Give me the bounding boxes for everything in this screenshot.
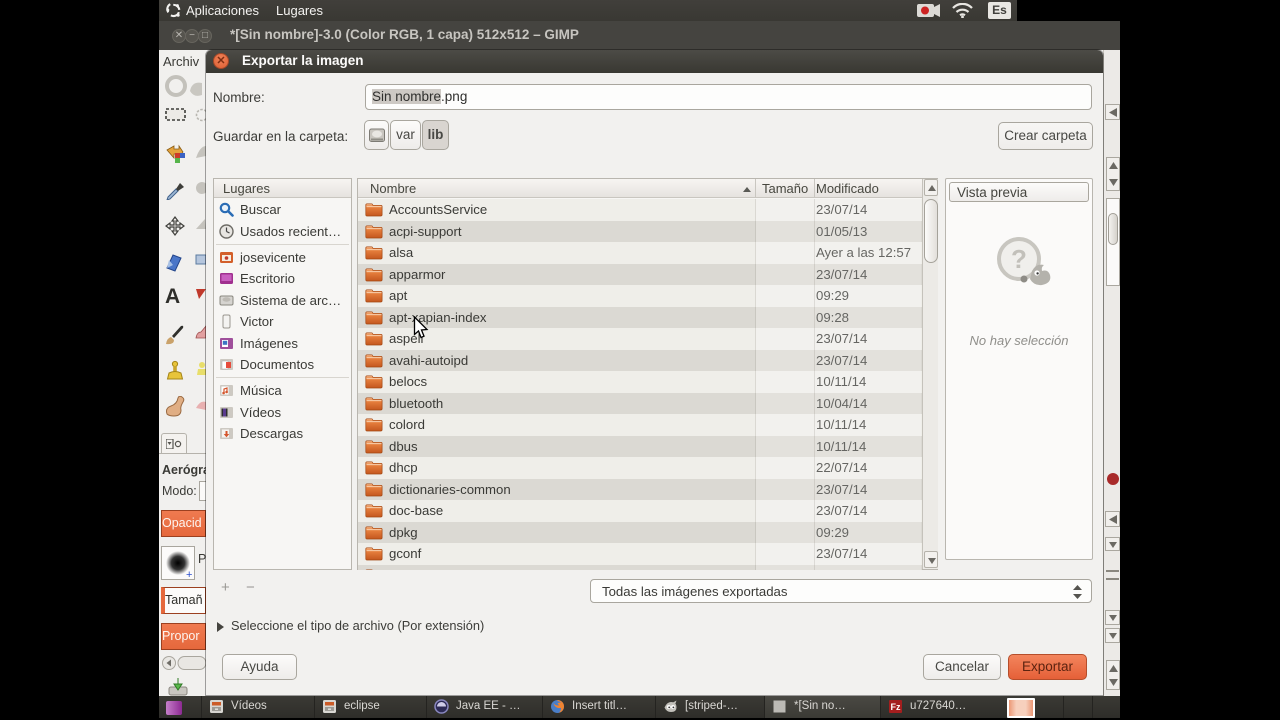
svg-text:Fz: Fz	[891, 702, 901, 712]
svg-text:?: ?	[1011, 244, 1027, 274]
